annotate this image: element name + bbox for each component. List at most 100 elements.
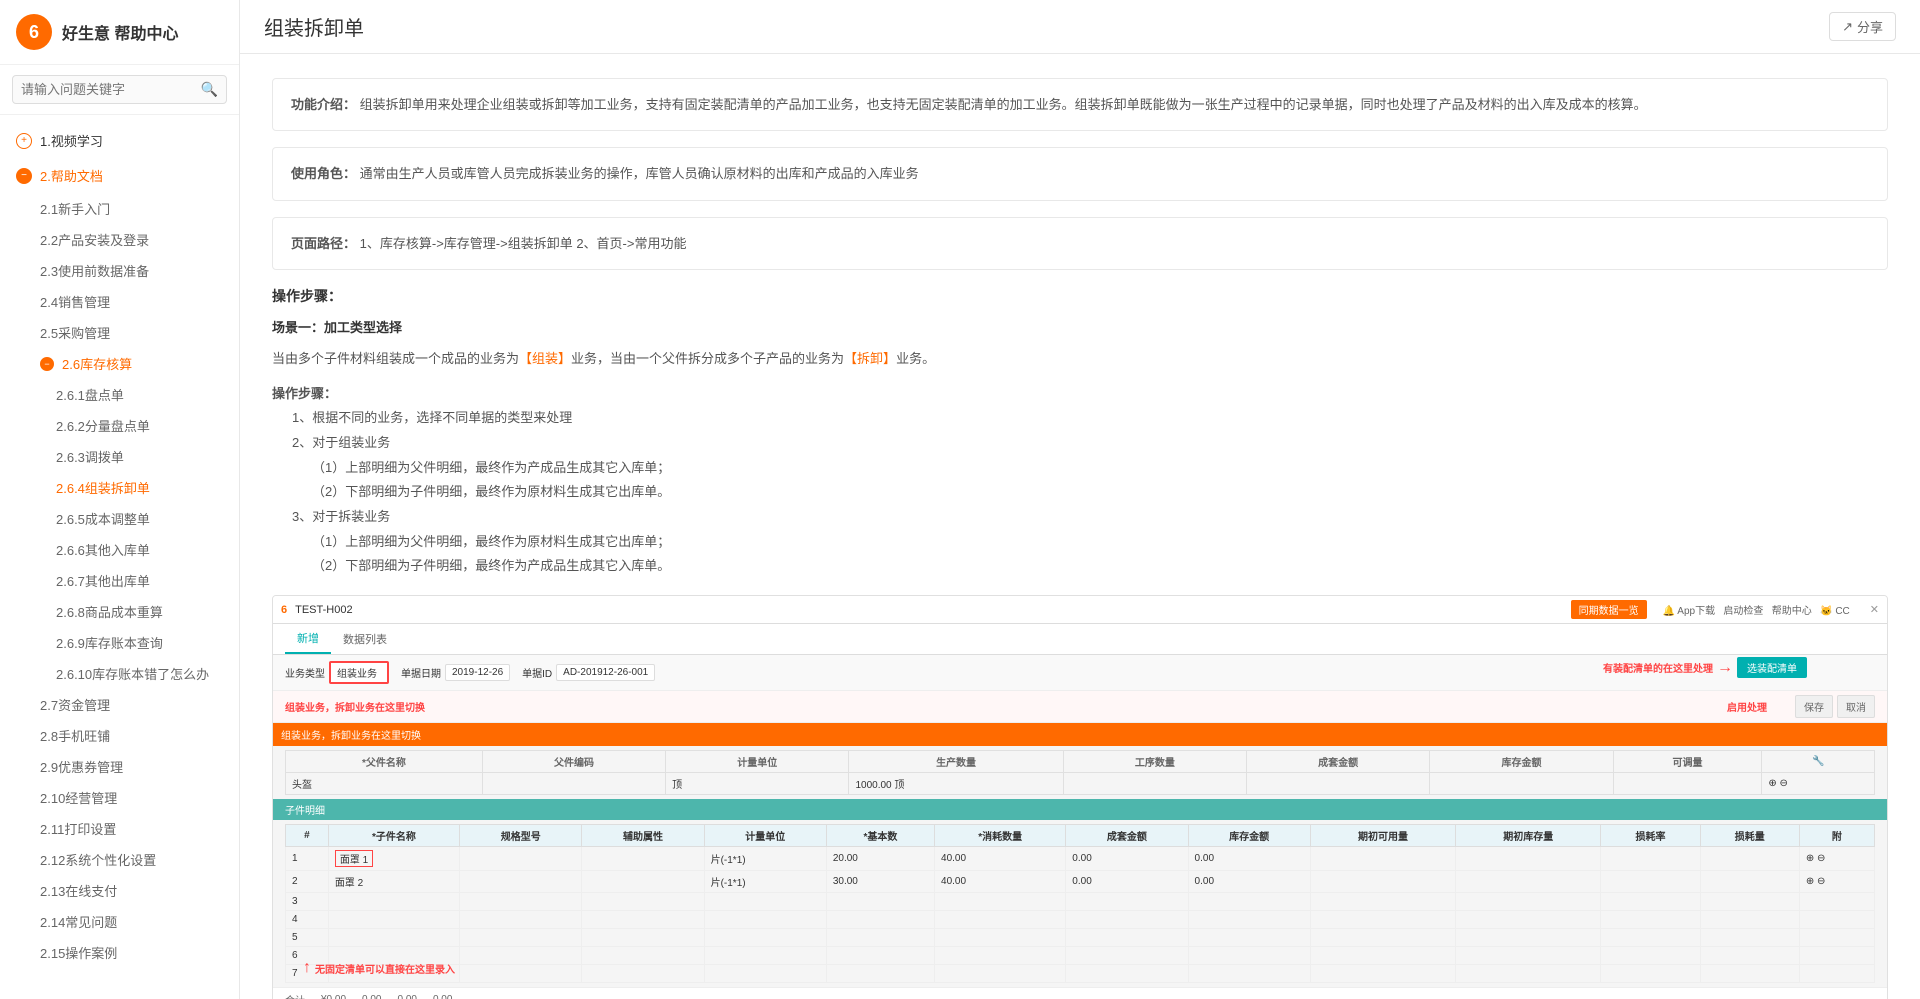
step2-1: （1）上部明细为父件明细，最终作为产成品生成其它入库单； [272, 456, 1888, 481]
sim-parent-row-1: 头盔 顶 1000.00 顶 ⊕ ⊖ [286, 773, 1875, 795]
nav-expand-icon-2: − [16, 168, 32, 184]
nav-sub-item-2-6-9[interactable]: 2.6.9库存账本查询 [56, 627, 239, 658]
nav-sub-item-2-9[interactable]: 2.9优惠券管理 [40, 751, 239, 782]
share-label: 分享 [1857, 17, 1883, 36]
link-assembly[interactable]: 【组装】 [519, 351, 571, 366]
search-icon[interactable]: 🔍 [201, 81, 218, 98]
sim-child-amount-2: 0.00 [1066, 871, 1188, 893]
nav-sub-item-2-13[interactable]: 2.13在线支付 [40, 875, 239, 906]
sim-tab-new[interactable]: 新增 [285, 624, 331, 654]
sim-child-th-4: 计量单位 [704, 825, 826, 847]
sim-total-label: 合计 [285, 992, 305, 999]
nav-sub-item-2-4[interactable]: 2.4销售管理 [40, 286, 239, 317]
nav-sub-item-2-8[interactable]: 2.8手机旺铺 [40, 720, 239, 751]
role-label: 使用角色： [291, 166, 356, 181]
sim-tab-list[interactable]: 数据列表 [331, 625, 399, 653]
sim-annotation-row: 组装业务，拆卸业务在这里切换 启用处理 保存 取消 [273, 691, 1887, 723]
nav-sub-item-2-6-5[interactable]: 2.6.5成本调整单 [56, 503, 239, 534]
sim-arrow4: ↑ [303, 959, 311, 977]
nav-expand-icon-1: + [16, 133, 32, 149]
sim-header-fields: 业务类型 组装业务 单据日期 2019-12-26 单据ID AD-201912… [273, 655, 1887, 691]
share-button[interactable]: ↗ 分享 [1829, 12, 1896, 41]
sim-annotation1-text: 有装配清单的在这里处理 [1603, 660, 1713, 675]
sim-child-action-1[interactable]: ⊕ ⊖ [1799, 847, 1874, 871]
sim-child-consume-1: 40.00 [935, 847, 1066, 871]
sim-child-th-3: 辅助属性 [582, 825, 704, 847]
nav-sub-item-2-6-4[interactable]: 2.6.4组装拆卸单 [56, 472, 239, 503]
nav-sub-item-2-3[interactable]: 2.3使用前数据准备 [40, 255, 239, 286]
sim-parent-th-8: 可调量 [1613, 751, 1762, 773]
sim-parent-cell-avail [1613, 773, 1762, 795]
nav-item-header-2[interactable]: − 2.帮助文档 [0, 158, 239, 193]
scene1-desc: 当由多个子件材料组装成一个成品的业务为【组装】业务，当由一个父件拆分成多个子产品… [272, 347, 1888, 372]
sim-child-action-2[interactable]: ⊕ ⊖ [1799, 871, 1874, 893]
nav-sub-item-2-6-6[interactable]: 2.6.6其他入库单 [56, 534, 239, 565]
nav-sub-item-2-6-1[interactable]: 2.6.1盘点单 [56, 379, 239, 410]
sim-parent-th-3: 计量单位 [666, 751, 849, 773]
sim-date-label: 单据日期 [401, 665, 441, 680]
nav-sub-item-2-1[interactable]: 2.1新手入门 [40, 193, 239, 224]
nav-label-2: 2.帮助文档 [40, 166, 103, 185]
nav-sub-item-2-6-2[interactable]: 2.6.2分量盘点单 [56, 410, 239, 441]
sim-annotation4-text: 无固定清单可以直接在这里录入 [315, 961, 455, 976]
search-input[interactable] [21, 82, 201, 97]
sim-field-type: 业务类型 组装业务 [285, 661, 389, 684]
nav-sub-item-2-12[interactable]: 2.12系统个性化设置 [40, 844, 239, 875]
sim-parent-table-wrapper: *父件名称 父件编码 计量单位 生产数量 工序数量 成套金额 库存金额 可调量 … [273, 746, 1887, 799]
nav-sub-item-2-15[interactable]: 2.15操作案例 [40, 937, 239, 968]
nav-sub-item-2-2[interactable]: 2.2产品安装及登录 [40, 224, 239, 255]
sim-titlebar-icons: 🔔 App下载 启动检查 帮助中心 🐱 CC [1663, 602, 1850, 617]
sim-logo: 6 [281, 604, 287, 616]
sim-child-cell-name-1: 面罩 1 [335, 850, 373, 867]
nav-sub-group-2-6: − 2.6库存核算 2.6.1盘点单 2.6.2分量盘点单 2.6.3调拨单 2… [40, 348, 239, 689]
nav-sub-header-2-6[interactable]: − 2.6库存核算 [40, 348, 239, 379]
sim-type-label: 业务类型 [285, 665, 325, 680]
sim-total-2: 0.00 [362, 994, 381, 999]
sim-field-id: 单据ID AD-201912-26-001 [522, 664, 655, 681]
nav-sub-item-2-6-3[interactable]: 2.6.3调拨单 [56, 441, 239, 472]
step2: 2、对于组装业务 [272, 431, 1888, 456]
sim-parent-cell-action[interactable]: ⊕ ⊖ [1762, 773, 1875, 795]
sim-ui: 6 TEST-H002 同期数据一览 🔔 App下载 启动检查 帮助中心 🐱 C… [273, 596, 1887, 999]
function-intro-block: 功能介绍： 组装拆卸单用来处理企业组装或拆卸等加工业务，支持有固定装配清单的产品… [272, 78, 1888, 131]
screenshot-container: 6 TEST-H002 同期数据一览 🔔 App下载 启动检查 帮助中心 🐱 C… [272, 595, 1888, 999]
nav-sub-item-2-5[interactable]: 2.5采购管理 [40, 317, 239, 348]
sim-parent-th-4: 生产数量 [849, 751, 1063, 773]
search-box[interactable]: 🔍 [12, 75, 227, 104]
nav-item-header-1[interactable]: + 1.视频学习 [0, 123, 239, 158]
nav-sub-item-2-7[interactable]: 2.7资金管理 [40, 689, 239, 720]
sidebar: 6 好生意 帮助中心 🔍 + 1.视频学习 − 2.帮助文档 2.1新手入门 2… [0, 0, 240, 999]
sim-annotation3-area: 启用处理 [1727, 699, 1767, 714]
nav-sub-item-2-11[interactable]: 2.11打印设置 [40, 813, 239, 844]
sim-save-btn[interactable]: 保存 [1795, 695, 1833, 718]
main-header: 组装拆卸单 ↗ 分享 [240, 0, 1920, 54]
sim-date-value[interactable]: 2019-12-26 [445, 664, 510, 681]
sim-child-row-4: 4 [286, 911, 1875, 929]
steps-title: 操作步骤： [272, 286, 1888, 306]
nav-sub-item-2-6-8[interactable]: 2.6.8商品成本重算 [56, 596, 239, 627]
sim-orange-btn[interactable]: 同期数据一览 [1571, 600, 1647, 619]
sim-cancel-btn[interactable]: 取消 [1837, 695, 1875, 718]
sim-parent-th-9: 🔧 [1762, 751, 1875, 773]
sim-annotation2-text: 组装业务，拆卸业务在这里切换 [285, 699, 425, 714]
sim-parent-table-label: 组装业务，拆卸业务在这里切换 [273, 723, 1887, 746]
sim-child-th-9: 期初可用量 [1310, 825, 1455, 847]
sim-close-icon[interactable]: ✕ [1870, 603, 1879, 616]
path-text: 1、库存核算->库存管理->组装拆卸单 2、首页->常用功能 [360, 236, 687, 251]
sim-parent-th-1: *父件名称 [286, 751, 483, 773]
sim-child-row-7: 7 [286, 965, 1875, 983]
nav-sub-item-2-6-7[interactable]: 2.6.7其他出库单 [56, 565, 239, 596]
main-content: 功能介绍： 组装拆卸单用来处理企业组装或拆卸等加工业务，支持有固定装配清单的产品… [240, 54, 1920, 999]
ops-steps-title: 操作步骤： [272, 382, 1888, 407]
nav-sub-item-2-14[interactable]: 2.14常见问题 [40, 906, 239, 937]
nav-sub-item-2-6-10[interactable]: 2.6.10库存账本错了怎么办 [56, 658, 239, 689]
nav-item-2: − 2.帮助文档 2.1新手入门 2.2产品安装及登录 2.3使用前数据准备 2… [0, 158, 239, 968]
nav-sub-list-2: 2.1新手入门 2.2产品安装及登录 2.3使用前数据准备 2.4销售管理 2.… [0, 193, 239, 968]
nav-sub-item-2-10[interactable]: 2.10经营管理 [40, 782, 239, 813]
link-disassembly[interactable]: 【拆卸】 [844, 351, 896, 366]
sim-child-row-6: 6 [286, 947, 1875, 965]
sim-type-value[interactable]: 组装业务 [329, 661, 389, 684]
sim-child-th-0: # [286, 825, 329, 847]
sim-select-btn[interactable]: 选装配清单 [1737, 657, 1807, 678]
sim-total-1: ¥0.00 [321, 994, 346, 999]
